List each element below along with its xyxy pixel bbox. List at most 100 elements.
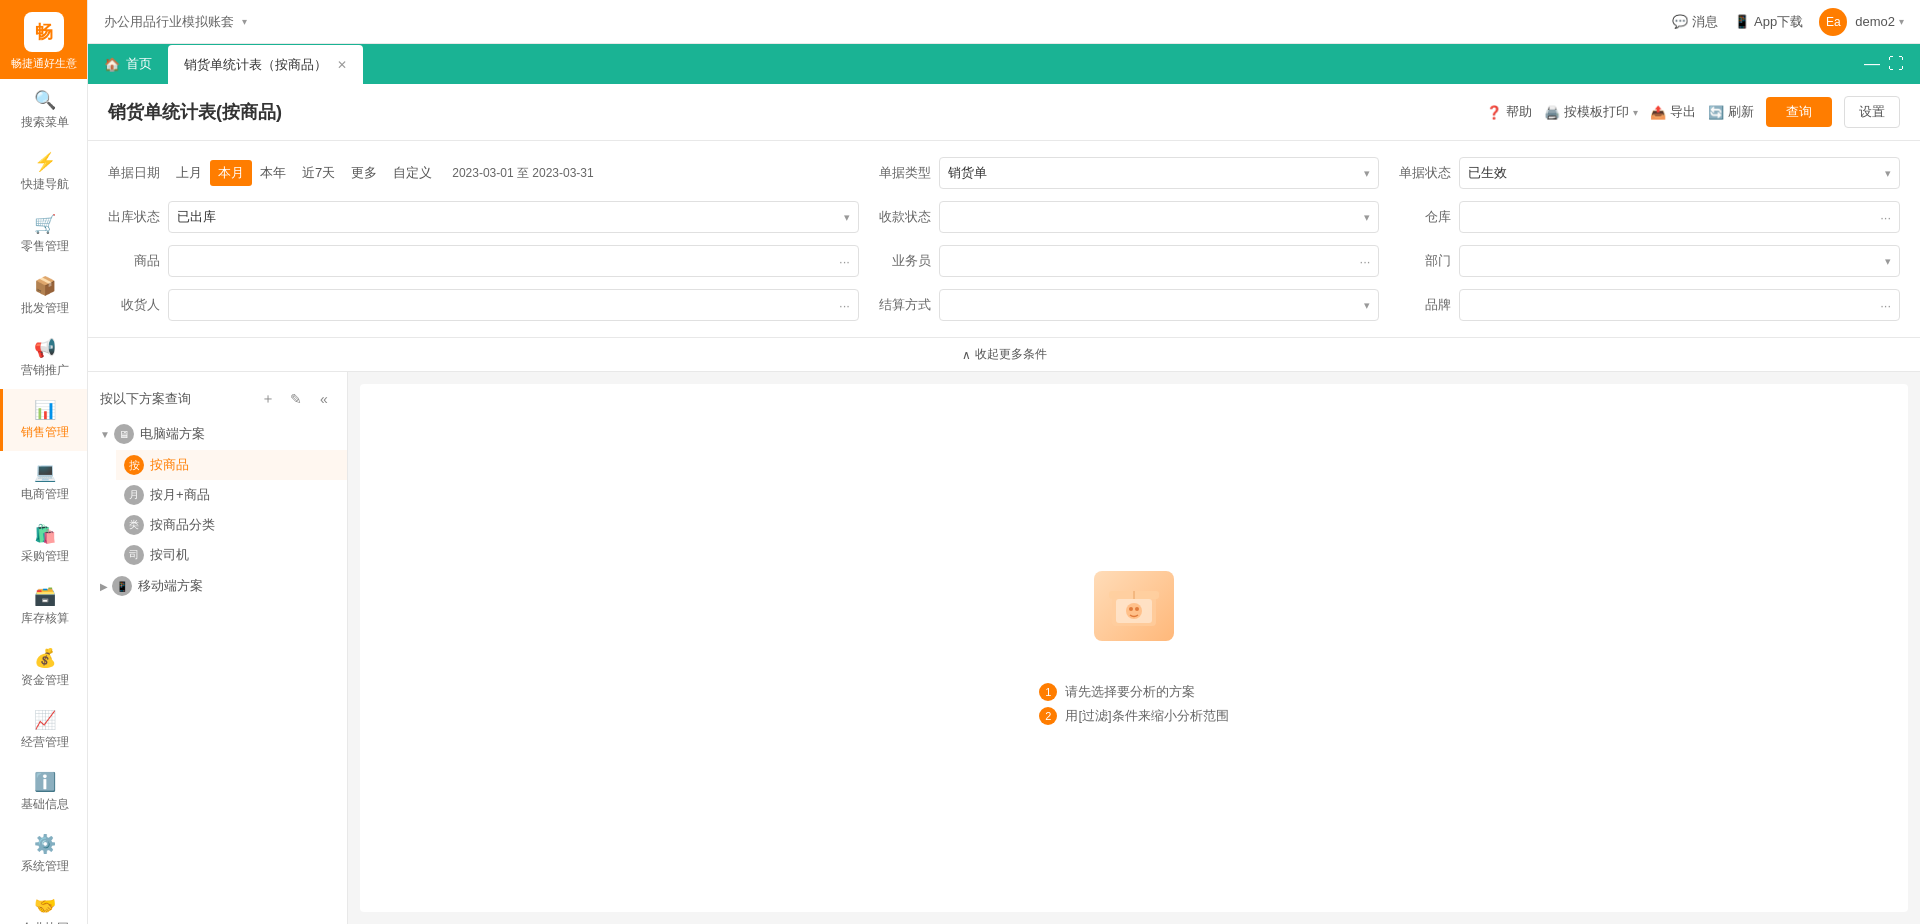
- tab-close-btn[interactable]: ✕: [337, 58, 347, 72]
- sidebar-item-system[interactable]: ⚙️ 系统管理: [0, 823, 87, 885]
- message-btn[interactable]: 💬 消息: [1672, 13, 1718, 31]
- status-arrow: ▾: [1885, 167, 1891, 180]
- sidebar-item-inventory[interactable]: 🗃️ 库存核算: [0, 575, 87, 637]
- driver-icon: 司: [124, 545, 144, 565]
- tab-maximize-btn[interactable]: ⛶: [1888, 56, 1904, 72]
- out-status-arrow: ▾: [844, 211, 850, 224]
- sidebar-item-operations[interactable]: 📈 经营管理: [0, 699, 87, 761]
- edit-scheme-btn[interactable]: ✎: [285, 388, 307, 410]
- sidebar-item-ecom[interactable]: 💻 电商管理: [0, 451, 87, 513]
- collapse-btn[interactable]: ∧ 收起更多条件: [962, 346, 1047, 363]
- sidebar-item-cooperation[interactable]: 🤝 企业协同: [0, 885, 87, 924]
- date-tab-7days[interactable]: 近7天: [294, 160, 343, 186]
- tab-home[interactable]: 🏠 首页: [88, 44, 168, 84]
- collapse-panel-btn[interactable]: «: [313, 388, 335, 410]
- collapse-bar[interactable]: ∧ 收起更多条件: [88, 338, 1920, 372]
- mobile-scheme-icon: 📱: [112, 576, 132, 596]
- sidebar-item-finance-label: 资金管理: [21, 672, 69, 689]
- filter-row-4: 收货人 ··· 结算方式 ▾ 品牌: [108, 289, 1900, 321]
- brand-control[interactable]: ···: [1459, 289, 1900, 321]
- download-icon: 📱: [1734, 14, 1750, 29]
- brand-dots[interactable]: ···: [1880, 298, 1891, 313]
- sidebar-item-purchase[interactable]: 🛍️ 采购管理: [0, 513, 87, 575]
- retail-icon: 🛒: [34, 213, 56, 235]
- warehouse-control[interactable]: ···: [1459, 201, 1900, 233]
- tab-bar: 🏠 首页 销货单统计表（按商品） ✕ — ⛶: [88, 44, 1920, 84]
- receiver-dots[interactable]: ···: [839, 298, 850, 313]
- tree-item-goods[interactable]: 按 按商品: [116, 450, 347, 480]
- sidebar-item-wholesale[interactable]: 📦 批发管理: [0, 265, 87, 327]
- top-bar-right: 💬 消息 📱 App下载 Ea demo2 ▾: [1672, 8, 1904, 36]
- type-label: 单据类型: [879, 164, 939, 182]
- out-status-control[interactable]: 已出库 ▾: [168, 201, 859, 233]
- print-icon: 🖨️: [1544, 105, 1560, 120]
- tree-item-driver[interactable]: 司 按司机: [116, 540, 347, 570]
- print-template-btn[interactable]: 🖨️ 按模板打印 ▾: [1544, 103, 1638, 121]
- receiver-control[interactable]: ···: [168, 289, 859, 321]
- collapse-label: 收起更多条件: [975, 346, 1047, 363]
- user-menu[interactable]: Ea demo2 ▾: [1819, 8, 1904, 36]
- date-tab-custom[interactable]: 自定义: [385, 160, 440, 186]
- sidebar-item-sales[interactable]: 📊 销售管理: [0, 389, 87, 451]
- tab-home-label: 首页: [126, 55, 152, 73]
- date-tab-thisyear[interactable]: 本年: [252, 160, 294, 186]
- export-icon: 📤: [1650, 105, 1666, 120]
- add-scheme-btn[interactable]: ＋: [257, 388, 279, 410]
- main-area: 办公用品行业模拟账套 ▾ 💬 消息 📱 App下载 Ea demo2 ▾ 🏠 首…: [88, 0, 1920, 924]
- export-btn[interactable]: 📤 导出: [1650, 103, 1696, 121]
- refresh-icon: 🔄: [1708, 105, 1724, 120]
- app-download-btn[interactable]: 📱 App下载: [1734, 13, 1803, 31]
- content-body: 按以下方案查询 ＋ ✎ « ▼ 🖥 电脑端方案 按 按商品: [88, 372, 1920, 924]
- settings-button[interactable]: 设置: [1844, 96, 1900, 128]
- tree-item-month-goods[interactable]: 月 按月+商品: [116, 480, 347, 510]
- tab-sales-report[interactable]: 销货单统计表（按商品） ✕: [168, 45, 363, 85]
- sidebar-item-inventory-label: 库存核算: [21, 610, 69, 627]
- app-selector-label[interactable]: 办公用品行业模拟账套: [104, 13, 234, 31]
- empty-tip-2: 2 用[过滤]条件来缩小分析范围: [1039, 707, 1228, 725]
- payment-control[interactable]: ▾: [939, 289, 1380, 321]
- page-actions: ❓ 帮助 🖨️ 按模板打印 ▾ 📤 导出 🔄 刷新 查询 设置: [1486, 96, 1900, 140]
- sidebar-item-system-label: 系统管理: [21, 858, 69, 875]
- sidebar-item-marketing[interactable]: 📢 营销推广: [0, 327, 87, 389]
- content-area: 销货单统计表(按商品) ❓ 帮助 🖨️ 按模板打印 ▾ 📤 导出 🔄 刷新: [88, 84, 1920, 924]
- status-control[interactable]: 已生效 ▾: [1459, 157, 1900, 189]
- sidebar-item-retail[interactable]: 🛒 零售管理: [0, 203, 87, 265]
- tab-minimize-btn[interactable]: —: [1864, 56, 1880, 72]
- sidebar-item-marketing-label: 营销推广: [21, 362, 69, 379]
- tree-desktop-group[interactable]: ▼ 🖥 电脑端方案: [88, 418, 347, 450]
- sidebar-item-basic[interactable]: ℹ️ 基础信息: [0, 761, 87, 823]
- ecom-icon: 💻: [34, 461, 56, 483]
- payment-label: 结算方式: [879, 296, 939, 314]
- out-status-label: 出库状态: [108, 208, 168, 226]
- help-btn[interactable]: ❓ 帮助: [1486, 103, 1532, 121]
- desktop-scheme-label: 电脑端方案: [140, 425, 205, 443]
- sidebar-item-basic-label: 基础信息: [21, 796, 69, 813]
- warehouse-dots[interactable]: ···: [1880, 210, 1891, 225]
- sidebar-item-finance[interactable]: 💰 资金管理: [0, 637, 87, 699]
- goods-scheme-label: 按商品: [150, 456, 189, 474]
- goods-control[interactable]: ···: [168, 245, 859, 277]
- empty-num-1: 1: [1039, 683, 1057, 701]
- goods-dots[interactable]: ···: [839, 254, 850, 269]
- date-tab-thismonth[interactable]: 本月: [210, 160, 252, 186]
- quicknav-icon: ⚡: [34, 151, 56, 173]
- sidebar-item-search[interactable]: 🔍 搜索菜单: [0, 79, 87, 141]
- staff-dots[interactable]: ···: [1360, 254, 1371, 269]
- left-panel-header: 按以下方案查询 ＋ ✎ «: [88, 384, 347, 418]
- date-tab-lastmonth[interactable]: 上月: [168, 160, 210, 186]
- receiver-label: 收货人: [108, 296, 168, 314]
- tree-mobile-group[interactable]: ▶ 📱 移动端方案: [88, 570, 347, 602]
- staff-control[interactable]: ···: [939, 245, 1380, 277]
- query-button[interactable]: 查询: [1766, 97, 1832, 127]
- dept-control[interactable]: ▾: [1459, 245, 1900, 277]
- sidebar-item-quicknav-label: 快捷导航: [21, 176, 69, 193]
- refresh-btn[interactable]: 🔄 刷新: [1708, 103, 1754, 121]
- logo-text: 畅捷通好生意: [11, 56, 77, 71]
- pay-status-control[interactable]: ▾: [939, 201, 1380, 233]
- month-goods-label: 按月+商品: [150, 486, 210, 504]
- empty-tip-1: 1 请先选择要分析的方案: [1039, 683, 1228, 701]
- date-tab-more[interactable]: 更多: [343, 160, 385, 186]
- sidebar-item-quicknav[interactable]: ⚡ 快捷导航: [0, 141, 87, 203]
- type-control[interactable]: 销货单 ▾: [939, 157, 1380, 189]
- tree-item-goods-category[interactable]: 类 按商品分类: [116, 510, 347, 540]
